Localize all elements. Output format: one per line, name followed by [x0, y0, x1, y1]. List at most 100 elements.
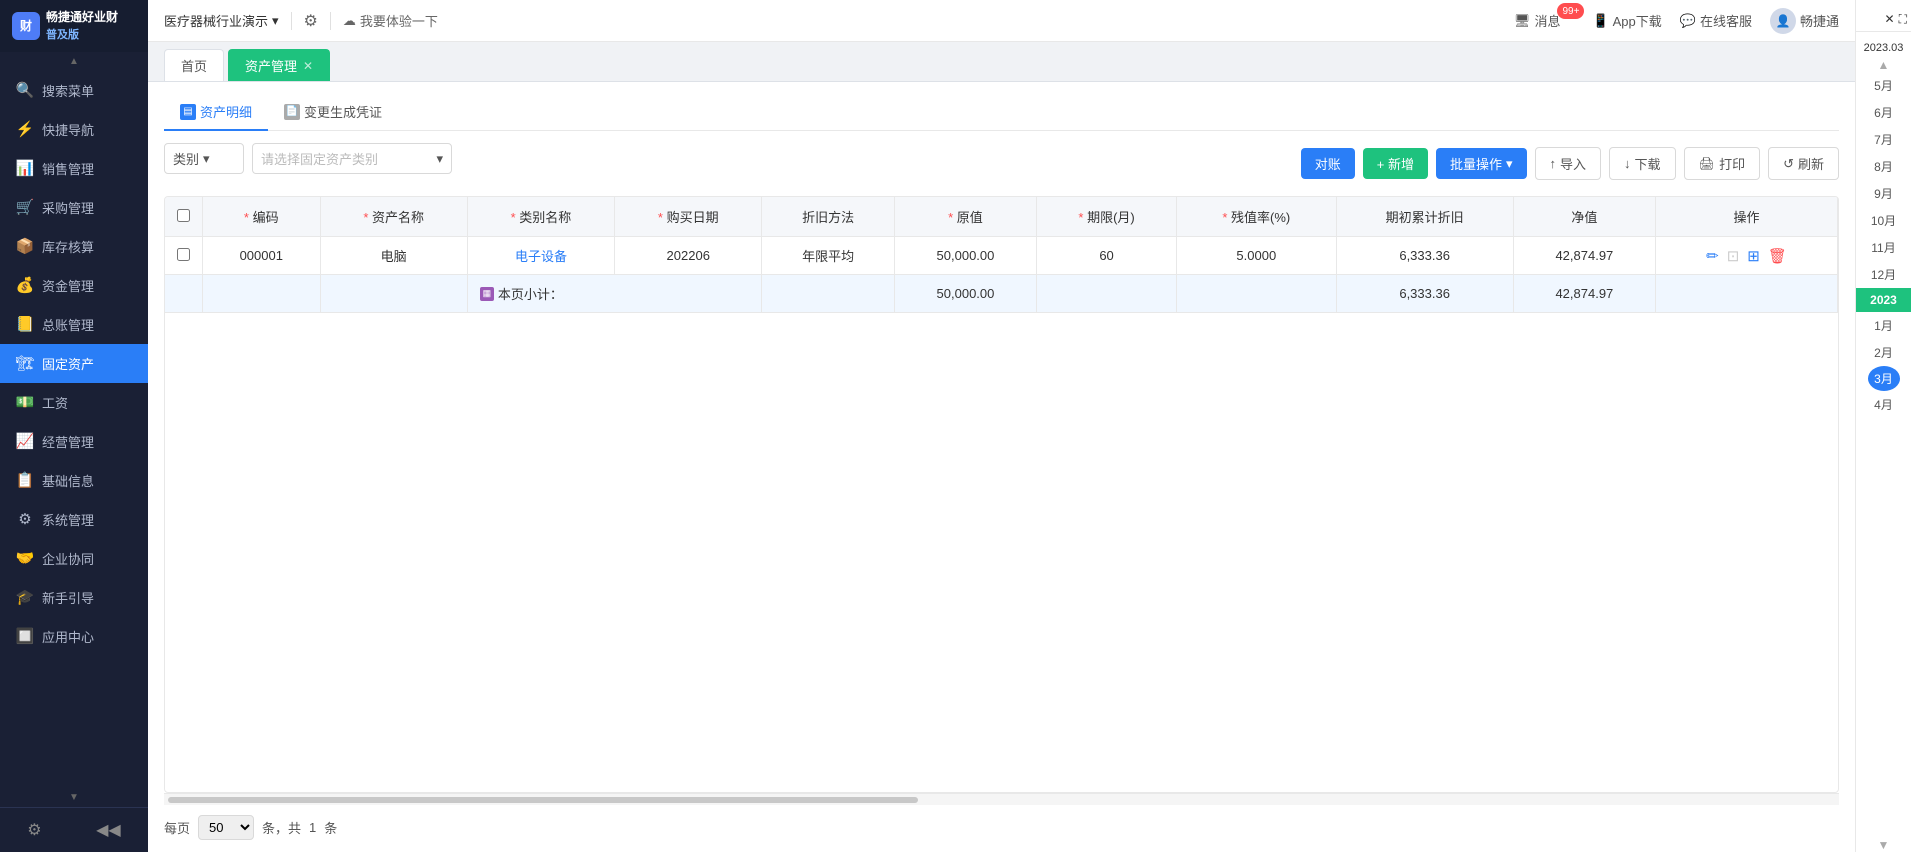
- sidebar: 财 畅捷通好业财 普及版 ▲ 🔍 搜索菜单 ⚡ 快捷导航 📊 销售管理 🛒 采购…: [0, 0, 148, 852]
- duplicate-icon[interactable]: ⊞: [1747, 247, 1760, 265]
- online-service-label: 在线客服: [1700, 11, 1752, 30]
- print-button[interactable]: 🖨 打印: [1684, 147, 1761, 180]
- sidebar-item-sales[interactable]: 📊 销售管理: [0, 149, 148, 188]
- month-12[interactable]: 12月: [1856, 261, 1911, 288]
- month-9[interactable]: 9月: [1856, 180, 1911, 207]
- sidebar-item-system[interactable]: ⚙ 系统管理: [0, 500, 148, 539]
- copy-icon[interactable]: ⊡: [1727, 247, 1740, 265]
- month-1[interactable]: 1月: [1856, 312, 1911, 339]
- sidebar-item-ledger[interactable]: 📒 总账管理: [0, 305, 148, 344]
- asset-table: 编码 资产名称 类别名称 购买日期 折旧方法 原值 期限(月) 残值率(%) 期…: [164, 196, 1839, 793]
- month-5[interactable]: 5月: [1856, 72, 1911, 99]
- experience-label: 我要体验一下: [360, 11, 438, 30]
- experience-icon: ☁: [343, 13, 356, 29]
- month-2[interactable]: 2月: [1856, 339, 1911, 366]
- sidebar-scroll-up[interactable]: ▲: [0, 52, 148, 71]
- row-checkbox[interactable]: [177, 248, 190, 261]
- download-icon: 📱: [1592, 13, 1608, 29]
- tab-home-label: 首页: [181, 56, 207, 75]
- sidebar-item-funds[interactable]: 💰 资金管理: [0, 266, 148, 305]
- month-6[interactable]: 6月: [1856, 99, 1911, 126]
- user-info-button[interactable]: 👤 畅捷通: [1770, 8, 1839, 34]
- company-selector[interactable]: 医疗器械行业演示 ▾: [164, 11, 279, 30]
- online-service-button[interactable]: 💬 在线客服: [1680, 11, 1752, 30]
- sidebar-item-operations[interactable]: 📈 经营管理: [0, 422, 148, 461]
- th-residual-rate: 残值率(%): [1176, 197, 1336, 237]
- category-filter[interactable]: 类别 ▾: [164, 143, 244, 174]
- per-page-select[interactable]: 50 100 200: [198, 815, 254, 840]
- category-value-dropdown-icon: ▾: [436, 151, 443, 167]
- tab-home[interactable]: 首页: [164, 49, 224, 81]
- tab-close-icon[interactable]: ✕: [303, 59, 313, 73]
- sidebar-item-app-center[interactable]: 🔲 应用中心: [0, 617, 148, 656]
- scrollbar-thumb[interactable]: [168, 797, 918, 803]
- category-value-filter[interactable]: 请选择固定资产类别 ▾: [252, 143, 452, 174]
- payroll-icon: 💵: [16, 393, 34, 411]
- category-value-placeholder: 请选择固定资产类别: [261, 149, 378, 168]
- company-name: 医疗器械行业演示: [164, 11, 268, 30]
- month-3-active[interactable]: 3月: [1868, 366, 1900, 391]
- sidebar-item-basic-info[interactable]: 📋 基础信息: [0, 461, 148, 500]
- right-panel-expand-icon[interactable]: ⛶: [1899, 12, 1907, 27]
- sidebar-item-search[interactable]: 🔍 搜索菜单: [0, 71, 148, 110]
- sidebar-nav: 🔍 搜索菜单 ⚡ 快捷导航 📊 销售管理 🛒 采购管理 📦 库存核算 💰 资金管…: [0, 71, 148, 788]
- right-panel-scroll-down[interactable]: ▼: [1878, 838, 1890, 852]
- sidebar-item-payroll[interactable]: 💵 工资: [0, 383, 148, 422]
- sidebar-item-fixed-assets[interactable]: 🏗 固定资产: [0, 344, 148, 383]
- collapse-button[interactable]: ◀◀: [88, 816, 129, 844]
- gear-button[interactable]: ⚙: [304, 11, 318, 31]
- sidebar-bottom: ⚙ ◀◀: [0, 807, 148, 852]
- sidebar-item-inventory[interactable]: 📦 库存核算: [0, 227, 148, 266]
- th-category: 类别名称: [467, 197, 614, 237]
- tabs-bar: 首页 资产管理 ✕: [148, 42, 1855, 82]
- sidebar-item-enterprise[interactable]: 🤝 企业协同: [0, 539, 148, 578]
- sidebar-item-purchase[interactable]: 🛒 采购管理: [0, 188, 148, 227]
- right-panel-close-icon[interactable]: ✕: [1885, 12, 1895, 27]
- month-10[interactable]: 10月: [1856, 207, 1911, 234]
- row-actions: ✏ ⊡ ⊞ 🗑: [1656, 237, 1838, 275]
- delete-icon[interactable]: 🗑: [1768, 247, 1787, 265]
- right-panel-header: ✕ ⛶: [1856, 8, 1911, 32]
- select-all-checkbox[interactable]: [177, 209, 190, 222]
- ledger-icon: 📒: [16, 315, 34, 333]
- page-content: ▤ 资产明细 📄 变更生成凭证 类别 ▾ 请选择固定资产类别 ▾: [148, 82, 1855, 852]
- settings-button[interactable]: ⚙: [19, 816, 49, 844]
- horizontal-scrollbar[interactable]: [164, 793, 1839, 805]
- reconcile-button[interactable]: 对账: [1301, 148, 1355, 179]
- messages-button[interactable]: 🖥 消息 99+: [1514, 11, 1575, 30]
- sub-tab-change-voucher[interactable]: 📄 变更生成凭证: [268, 94, 398, 131]
- sidebar-item-quick-nav[interactable]: ⚡ 快捷导航: [0, 110, 148, 149]
- message-icon: 🖥: [1514, 13, 1531, 29]
- add-button[interactable]: + 新增: [1363, 148, 1428, 179]
- sidebar-item-label: 搜索菜单: [42, 81, 94, 100]
- month-8[interactable]: 8月: [1856, 153, 1911, 180]
- right-panel-scroll-up[interactable]: ▲: [1878, 58, 1890, 72]
- batch-button[interactable]: 批量操作 ▾: [1436, 148, 1527, 179]
- refresh-label: 刷新: [1798, 154, 1824, 173]
- operations-icon: 📈: [16, 432, 34, 450]
- funds-icon: 💰: [16, 276, 34, 294]
- th-code: 编码: [203, 197, 321, 237]
- th-checkbox[interactable]: [165, 197, 203, 237]
- enterprise-icon: 🤝: [16, 549, 34, 567]
- th-depreciation-method: 折旧方法: [762, 197, 894, 237]
- app-download-button[interactable]: 📱 App下载: [1592, 11, 1661, 30]
- company-dropdown-icon: ▾: [272, 13, 279, 29]
- import-button[interactable]: ↑ 导入: [1535, 147, 1602, 180]
- year-2023-label: 2023: [1856, 288, 1911, 312]
- row-checkbox-cell[interactable]: [165, 237, 203, 275]
- month-11[interactable]: 11月: [1856, 234, 1911, 261]
- month-7[interactable]: 7月: [1856, 126, 1911, 153]
- topbar-right: 🖥 消息 99+ 📱 App下载 💬 在线客服 👤 畅捷通: [1514, 8, 1839, 34]
- refresh-button[interactable]: ↺ 刷新: [1768, 147, 1839, 180]
- sidebar-item-guide[interactable]: 🎓 新手引导: [0, 578, 148, 617]
- edit-icon[interactable]: ✏: [1706, 247, 1719, 265]
- sub-tab-asset-detail[interactable]: ▤ 资产明细: [164, 94, 268, 131]
- sidebar-scroll-down[interactable]: ▼: [0, 788, 148, 807]
- download-button[interactable]: ↓ 下载: [1609, 147, 1676, 180]
- row-period: 60: [1037, 237, 1177, 275]
- experience-button[interactable]: ☁ 我要体验一下: [343, 11, 438, 30]
- subtotal-original-value: 50,000.00: [894, 275, 1036, 313]
- tab-asset-mgmt[interactable]: 资产管理 ✕: [228, 49, 330, 81]
- month-4[interactable]: 4月: [1856, 391, 1911, 418]
